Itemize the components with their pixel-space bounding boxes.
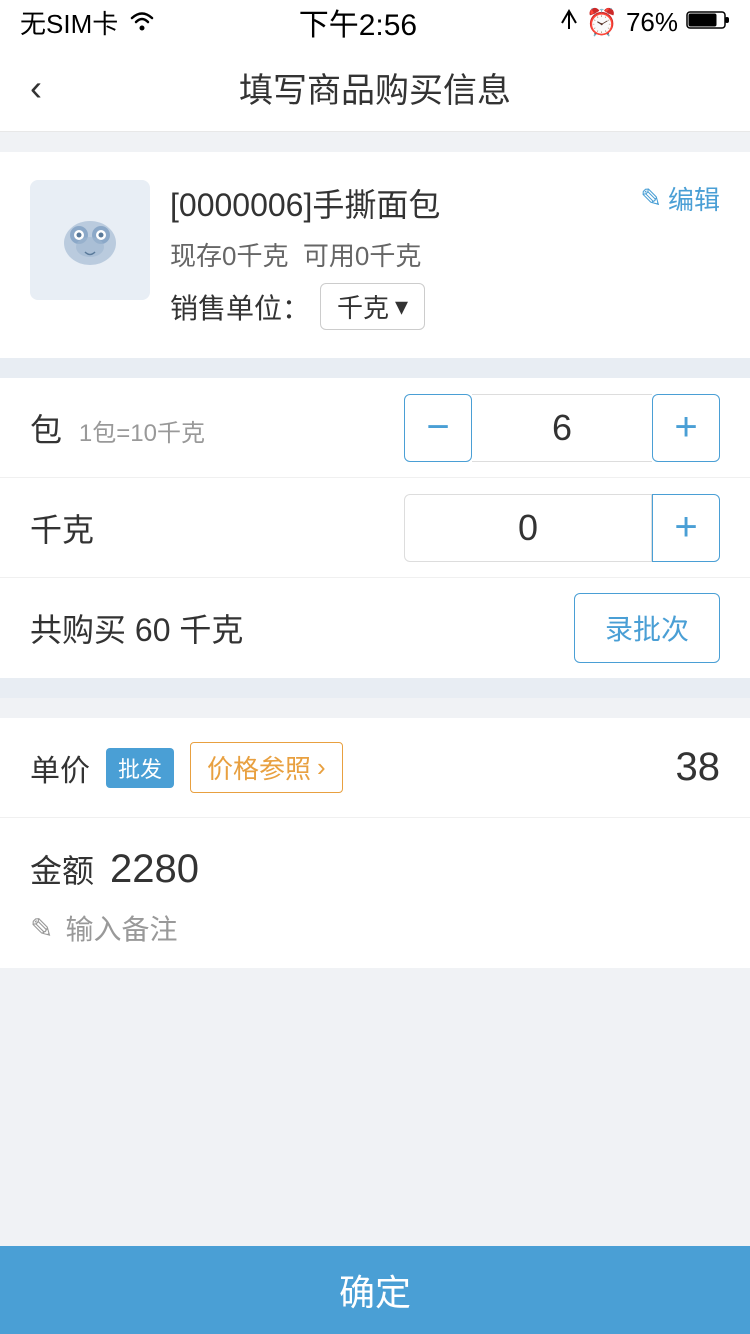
kg-input[interactable] xyxy=(404,494,652,562)
kg-row: 千克 + xyxy=(0,478,750,578)
amount-value: 2280 xyxy=(110,847,199,892)
page-title: 填写商品购买信息 xyxy=(239,63,511,112)
price-reference-button[interactable]: 价格参照 › xyxy=(190,742,343,793)
section-divider-2 xyxy=(0,678,750,698)
summary-text: 共购买 60 千克 xyxy=(30,605,243,651)
price-row: 单价 批发 价格参照 › 38 xyxy=(0,718,750,818)
summary-row: 共购买 60 千克 录批次 xyxy=(0,578,750,678)
package-row: 包 1包=10千克 − + xyxy=(0,378,750,478)
package-label: 包 1包=10千克 xyxy=(30,405,404,451)
batch-button[interactable]: 录批次 xyxy=(574,593,720,663)
status-bar: 无SIM卡 下午2:56 ⏰ 76% xyxy=(0,0,750,44)
carrier-text: 无SIM卡 xyxy=(20,4,118,41)
kg-label: 千克 xyxy=(30,505,404,551)
chevron-right-icon: › xyxy=(317,752,326,783)
confirm-button[interactable]: 确定 xyxy=(0,1246,750,1334)
kg-plus-button[interactable]: + xyxy=(652,494,720,562)
alarm-icon: ⏰ xyxy=(586,7,618,38)
amount-section: 金额 2280 ✎ 输入备注 xyxy=(0,818,750,968)
time-display: 下午2:56 xyxy=(299,0,417,44)
edit-icon: ✎ xyxy=(640,183,662,214)
minus-icon: − xyxy=(426,405,449,450)
status-left: 无SIM卡 xyxy=(20,4,156,41)
price-value: 38 xyxy=(676,745,721,790)
confirm-button-label: 确定 xyxy=(339,1264,411,1316)
amount-row: 金额 2280 xyxy=(30,846,720,892)
location-icon xyxy=(560,7,578,38)
chevron-down-icon: ▾ xyxy=(395,291,408,322)
battery-text: 76% xyxy=(626,7,678,38)
remark-row[interactable]: ✎ 输入备注 xyxy=(30,908,720,948)
section-divider-1 xyxy=(0,358,750,378)
product-unit-row: 销售单位： 千克 ▾ xyxy=(170,283,720,330)
package-minus-button[interactable]: − xyxy=(404,394,472,462)
back-button[interactable]: ‹ xyxy=(30,67,42,109)
nav-bar: ‹ 填写商品购买信息 xyxy=(0,44,750,132)
package-input[interactable] xyxy=(472,394,652,462)
package-input-section: 包 1包=10千克 − + 千克 + xyxy=(0,378,750,578)
unit-select[interactable]: 千克 ▾ xyxy=(320,283,425,330)
package-quantity-control: − + xyxy=(404,394,720,462)
remark-placeholder: 输入备注 xyxy=(65,908,177,948)
package-plus-button[interactable]: + xyxy=(652,394,720,462)
price-label: 单价 xyxy=(30,746,90,790)
price-tag: 批发 xyxy=(106,748,174,788)
price-section: 单价 批发 价格参照 › 38 xyxy=(0,718,750,818)
plus-icon: + xyxy=(674,405,697,450)
product-name: [0000006]手撕面包 xyxy=(170,180,720,226)
product-stock: 现存0千克 可用0千克 xyxy=(170,236,720,273)
edit-button[interactable]: ✎ 编辑 xyxy=(640,180,720,217)
amount-label: 金额 xyxy=(30,846,94,892)
product-card: [0000006]手撕面包 现存0千克 可用0千克 销售单位： 千克 ▾ ✎ 编… xyxy=(0,152,750,358)
battery-icon xyxy=(686,7,730,38)
wifi-icon xyxy=(128,7,156,38)
plus-icon-kg: + xyxy=(674,505,697,550)
kg-quantity-control: + xyxy=(404,494,720,562)
product-info: [0000006]手撕面包 现存0千克 可用0千克 销售单位： 千克 ▾ xyxy=(170,180,720,330)
pencil-icon: ✎ xyxy=(30,912,53,945)
product-image xyxy=(30,180,150,300)
status-right: ⏰ 76% xyxy=(560,7,730,38)
